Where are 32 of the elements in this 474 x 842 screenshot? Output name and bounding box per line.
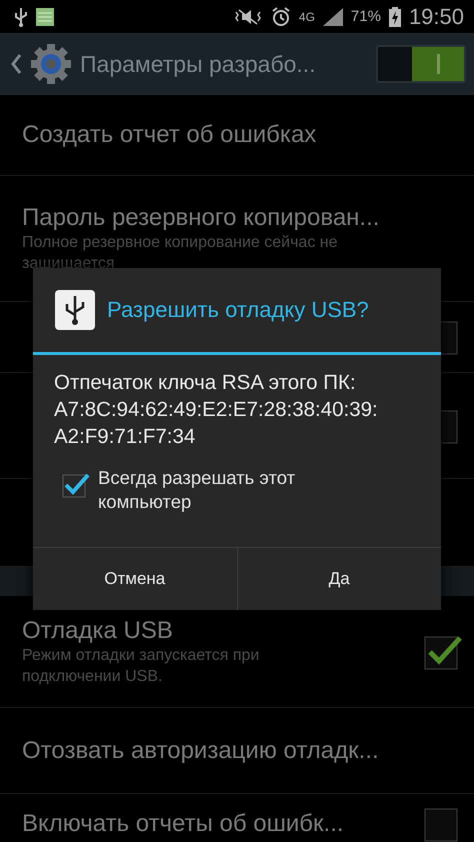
clock: 19:50	[408, 4, 464, 30]
battery-percent: 71%	[350, 8, 381, 25]
dialog-message: Отпечаток ключа RSA этого ПК:	[54, 370, 357, 396]
setting-summary: Режим отладки запускается при	[22, 646, 260, 666]
setting-summary: Полное резервное копирование сейчас не	[22, 232, 338, 252]
checkbox-label: Всегда разрешать этот	[98, 466, 296, 490]
note-icon	[36, 8, 54, 26]
setting-title[interactable]: Отозвать авторизацию отладк...	[22, 736, 458, 764]
usb-icon	[14, 6, 28, 26]
setting-checkbox[interactable]	[424, 634, 462, 670]
mute-icon	[232, 8, 263, 26]
setting-summary: подключении USB.	[22, 666, 164, 686]
setting-title[interactable]: Создать отчет об ошибках	[22, 121, 458, 149]
screen-title: Параметры разрабо...	[80, 50, 317, 78]
setting-title[interactable]: Отладка USB	[22, 616, 424, 644]
confirm-button[interactable]: Да	[236, 548, 441, 610]
battery-charging-icon	[388, 6, 401, 26]
dialog-message: A2:F9:71:F7:34	[54, 424, 196, 450]
dialog-title: Разрешить отладку USB?	[107, 297, 369, 323]
settings-icon	[30, 43, 72, 85]
setting-title[interactable]: Пароль резервного копирован...	[22, 204, 458, 232]
setting-title[interactable]: Включать отчеты об ошибк...	[22, 810, 424, 838]
network-label: 4G	[298, 10, 315, 24]
master-switch[interactable]	[376, 45, 466, 83]
cancel-button[interactable]: Отмена	[33, 548, 236, 610]
checkbox-label: компьютер	[98, 490, 192, 514]
signal-icon	[322, 8, 343, 26]
back-icon[interactable]	[10, 53, 22, 75]
alarm-icon	[270, 6, 291, 26]
setting-summary: защищается	[22, 254, 116, 274]
dialog-message: A7:8C:94:62:49:E2:E7:28:38:40:39:	[54, 397, 379, 423]
usb-icon	[55, 290, 95, 330]
